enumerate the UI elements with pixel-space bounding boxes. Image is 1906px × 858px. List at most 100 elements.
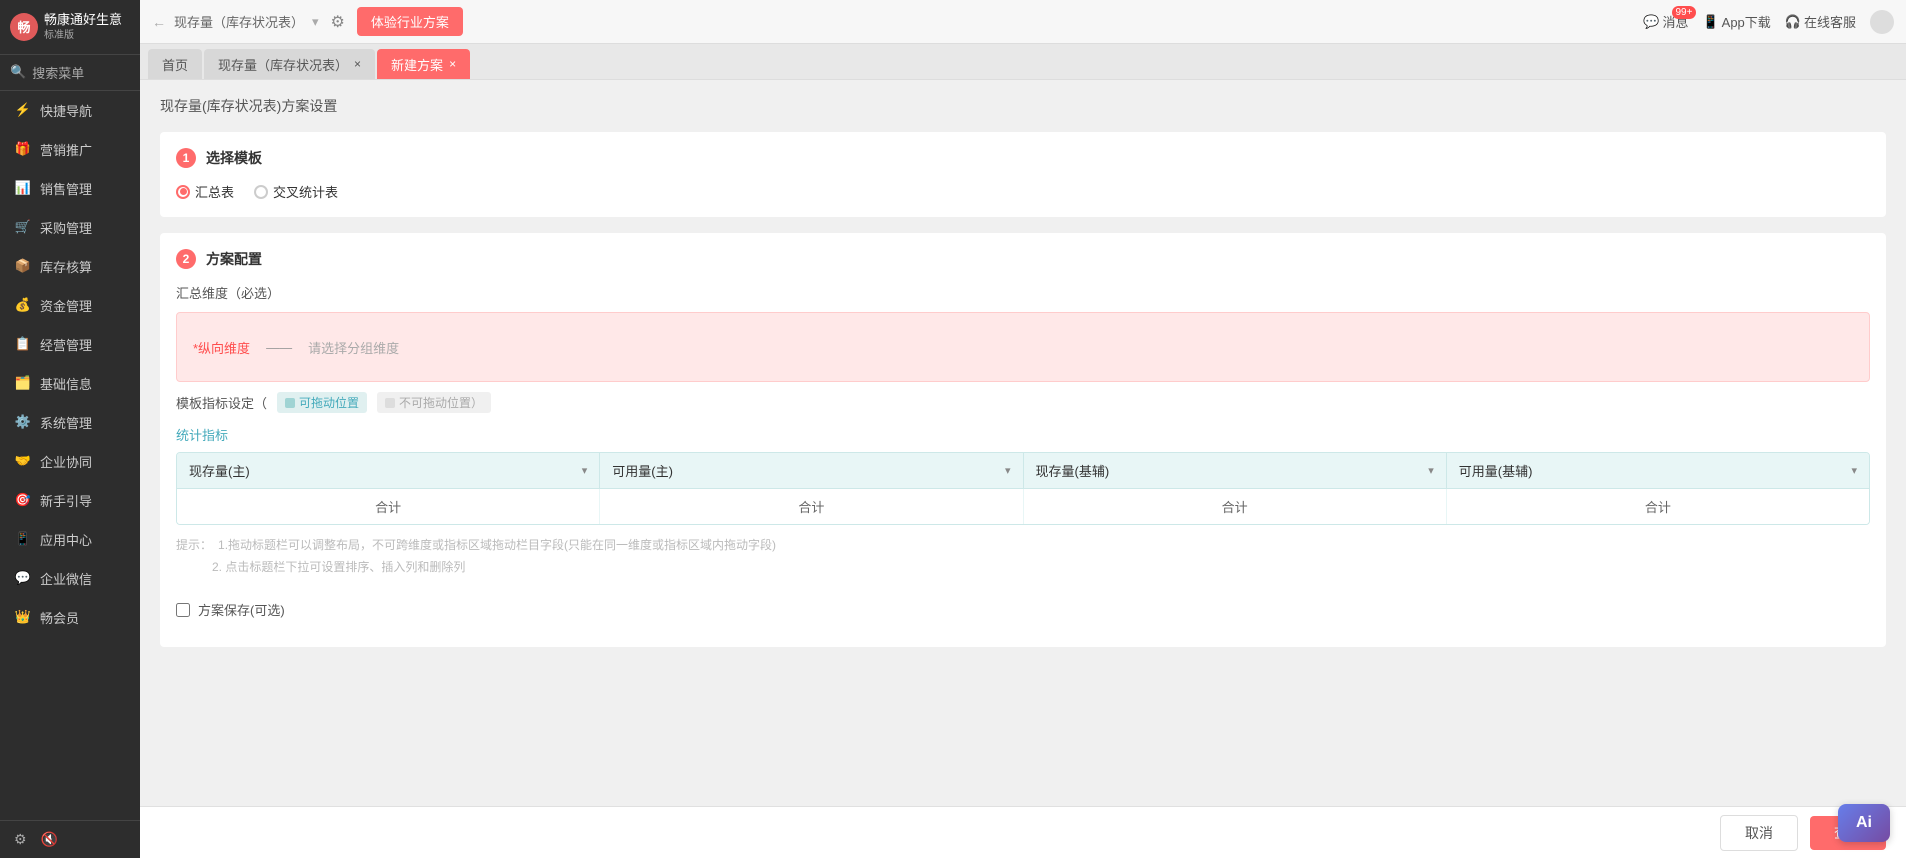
hint-text-1: 1.拖动标题栏可以调整布局，不可跨维度或指标区域拖动栏目字段(只能在同一维度或指… bbox=[218, 535, 776, 557]
headset-icon: 🎧 bbox=[1785, 14, 1801, 30]
dimension-required-label: *纵向维度 bbox=[193, 338, 250, 357]
sidebar-item-label: 企业微信 bbox=[40, 569, 92, 588]
tab-new-plan-close[interactable]: × bbox=[449, 57, 456, 71]
stats-col-4-label: 可用量(基辅) bbox=[1459, 461, 1533, 480]
stats-col-1-label: 现存量(主) bbox=[189, 461, 250, 480]
sidebar-search[interactable]: 🔍 搜索菜单 bbox=[0, 55, 140, 91]
section-plan-header: 2 方案配置 bbox=[176, 249, 1870, 269]
sidebar-item-member[interactable]: 👑 畅会员 bbox=[0, 598, 140, 637]
sidebar-item-marketing[interactable]: 🎁 营销推广 bbox=[0, 130, 140, 169]
dimension-box[interactable]: *纵向维度 —— 请选择分组维度 bbox=[176, 312, 1870, 382]
content-area: 现存量(库存状况表)方案设置 1 选择模板 汇总表 交叉统计表 2 bbox=[140, 80, 1906, 806]
stats-col-1[interactable]: 现存量(主) ▾ bbox=[177, 453, 600, 488]
sidebar-item-label: 快捷导航 bbox=[40, 101, 92, 120]
stats-cell-4: 合计 bbox=[1447, 489, 1869, 524]
save-row: 方案保存(可选) bbox=[176, 588, 1870, 631]
chevron-down-icon: ▾ bbox=[582, 464, 588, 477]
experience-industry-button[interactable]: 体验行业方案 bbox=[357, 7, 463, 36]
static-dot bbox=[385, 398, 395, 408]
chevron-down-icon: ▾ bbox=[1428, 464, 1434, 477]
sidebar-item-base[interactable]: 🗂️ 基础信息 bbox=[0, 364, 140, 403]
sidebar-item-inventory[interactable]: 📦 库存核算 bbox=[0, 247, 140, 286]
sidebar-item-newguide[interactable]: 🎯 新手引导 bbox=[0, 481, 140, 520]
chevron-down-icon: ▾ bbox=[1851, 464, 1857, 477]
topbar: ← 现存量（库存状况表） ▾ ⚙ 体验行业方案 💬 消息 99+ 📱 App下载… bbox=[140, 0, 1906, 44]
app-download-button[interactable]: 📱 App下载 bbox=[1702, 12, 1770, 31]
radio-cross-label: 交叉统计表 bbox=[273, 182, 338, 201]
sidebar-item-label: 经营管理 bbox=[40, 335, 92, 354]
stats-col-3-label: 现存量(基辅) bbox=[1036, 461, 1110, 480]
sidebar-item-label: 资金管理 bbox=[40, 296, 92, 315]
online-service-button[interactable]: 🎧 在线客服 bbox=[1785, 12, 1856, 31]
cancel-button[interactable]: 取消 bbox=[1720, 815, 1798, 851]
tab-new-plan[interactable]: 新建方案 × bbox=[377, 49, 470, 79]
back-arrow[interactable]: ← bbox=[152, 14, 166, 30]
stats-col-2[interactable]: 可用量(主) ▾ bbox=[600, 453, 1023, 488]
save-label: 方案保存(可选) bbox=[198, 600, 285, 619]
chevron-down-icon: ▾ bbox=[1005, 464, 1011, 477]
base-icon: 🗂️ bbox=[14, 374, 32, 392]
breadcrumb: 现存量（库存状况表） bbox=[174, 12, 304, 31]
sidebar-item-finance[interactable]: 💰 资金管理 bbox=[0, 286, 140, 325]
tab-home[interactable]: 首页 bbox=[148, 49, 202, 79]
step1-title: 选择模板 bbox=[206, 148, 262, 168]
radio-summary[interactable]: 汇总表 bbox=[176, 182, 234, 201]
sidebar-logo: 畅 畅康通好生意 标准版 bbox=[0, 0, 140, 55]
breadcrumb-title: 现存量（库存状况表） bbox=[174, 12, 304, 31]
avatar bbox=[1870, 10, 1894, 34]
hint-text-2: 2. 点击标题栏下拉可设置排序、插入列和删除列 bbox=[212, 557, 465, 579]
dimension-dash: —— bbox=[266, 340, 292, 355]
sidebar-item-wechat[interactable]: 💬 企业微信 bbox=[0, 559, 140, 598]
sidebar-footer: ⚙ 🔇 bbox=[0, 820, 140, 858]
message-button[interactable]: 💬 消息 99+ bbox=[1643, 12, 1688, 31]
sidebar-item-label: 销售管理 bbox=[40, 179, 92, 198]
save-checkbox[interactable] bbox=[176, 603, 190, 617]
sidebar-item-label: 企业协同 bbox=[40, 452, 92, 471]
sidebar-item-system[interactable]: ⚙️ 系统管理 bbox=[0, 403, 140, 442]
sidebar-item-label: 应用中心 bbox=[40, 530, 92, 549]
sidebar-item-apps[interactable]: 📱 应用中心 bbox=[0, 520, 140, 559]
step2-title: 方案配置 bbox=[206, 249, 262, 269]
stats-table-header: 现存量(主) ▾ 可用量(主) ▾ 现存量(基辅) ▾ 可用量(基辅) ▾ bbox=[177, 453, 1869, 489]
sidebar: 畅 畅康通好生意 标准版 🔍 搜索菜单 ⚡ 快捷导航 🎁 营销推广 📊 销售管理… bbox=[0, 0, 140, 858]
sidebar-item-management[interactable]: 📋 经营管理 bbox=[0, 325, 140, 364]
sidebar-item-shortcut[interactable]: ⚡ 快捷导航 bbox=[0, 91, 140, 130]
message-icon: 💬 bbox=[1643, 14, 1659, 30]
member-icon: 👑 bbox=[14, 608, 32, 626]
tab-inventory-close[interactable]: × bbox=[354, 57, 361, 71]
sidebar-item-cooperation[interactable]: 🤝 企业协同 bbox=[0, 442, 140, 481]
cooperation-icon: 🤝 bbox=[14, 452, 32, 470]
stats-col-4[interactable]: 可用量(基辅) ▾ bbox=[1447, 453, 1869, 488]
section-template: 1 选择模板 汇总表 交叉统计表 bbox=[160, 132, 1886, 217]
indicator-settings-label: 模板指标设定（ 可拖动位置 不可拖动位置） bbox=[176, 382, 1870, 413]
phone-icon: 📱 bbox=[1702, 14, 1718, 30]
topbar-settings-icon[interactable]: ⚙ bbox=[327, 8, 349, 36]
sound-footer-btn[interactable]: 🔇 bbox=[41, 831, 58, 848]
dimension-placeholder: 请选择分组维度 bbox=[308, 338, 399, 357]
stats-cell-3: 合计 bbox=[1024, 489, 1447, 524]
online-service-label: 在线客服 bbox=[1804, 12, 1856, 31]
tab-bar: 首页 现存量（库存状况表） × 新建方案 × bbox=[140, 44, 1906, 80]
radio-summary-circle bbox=[176, 185, 190, 199]
message-badge: 99+ bbox=[1672, 6, 1697, 19]
hint-line-1: 提示： 1.拖动标题栏可以调整布局，不可跨维度或指标区域拖动栏目字段(只能在同一… bbox=[176, 535, 1870, 557]
app-download-label: App下载 bbox=[1722, 12, 1771, 31]
topbar-chevron[interactable]: ▾ bbox=[312, 14, 319, 30]
movable-dot bbox=[285, 398, 295, 408]
stats-table: 现存量(主) ▾ 可用量(主) ▾ 现存量(基辅) ▾ 可用量(基辅) ▾ bbox=[176, 452, 1870, 525]
user-avatar[interactable] bbox=[1870, 10, 1894, 34]
sidebar-item-purchase[interactable]: 🛒 采购管理 bbox=[0, 208, 140, 247]
stats-col-3[interactable]: 现存量(基辅) ▾ bbox=[1024, 453, 1447, 488]
radio-cross[interactable]: 交叉统计表 bbox=[254, 182, 338, 201]
settings-footer-btn[interactable]: ⚙ bbox=[14, 831, 27, 848]
apps-icon: 📱 bbox=[14, 530, 32, 548]
app-logo-icon: 畅 bbox=[10, 13, 38, 41]
sidebar-nav: ⚡ 快捷导航 🎁 营销推广 📊 销售管理 🛒 采购管理 📦 库存核算 💰 资金管… bbox=[0, 91, 140, 820]
tab-inventory-label: 现存量（库存状况表） bbox=[218, 55, 348, 74]
management-icon: 📋 bbox=[14, 335, 32, 353]
sidebar-item-sales[interactable]: 📊 销售管理 bbox=[0, 169, 140, 208]
ai-button[interactable]: Ai bbox=[1838, 804, 1890, 842]
tab-inventory[interactable]: 现存量（库存状况表） × bbox=[204, 49, 375, 79]
section-plan-config: 2 方案配置 汇总维度（必选） *纵向维度 —— 请选择分组维度 模板指标设定（… bbox=[160, 233, 1886, 647]
stats-table-row: 合计 合计 合计 合计 bbox=[177, 489, 1869, 524]
